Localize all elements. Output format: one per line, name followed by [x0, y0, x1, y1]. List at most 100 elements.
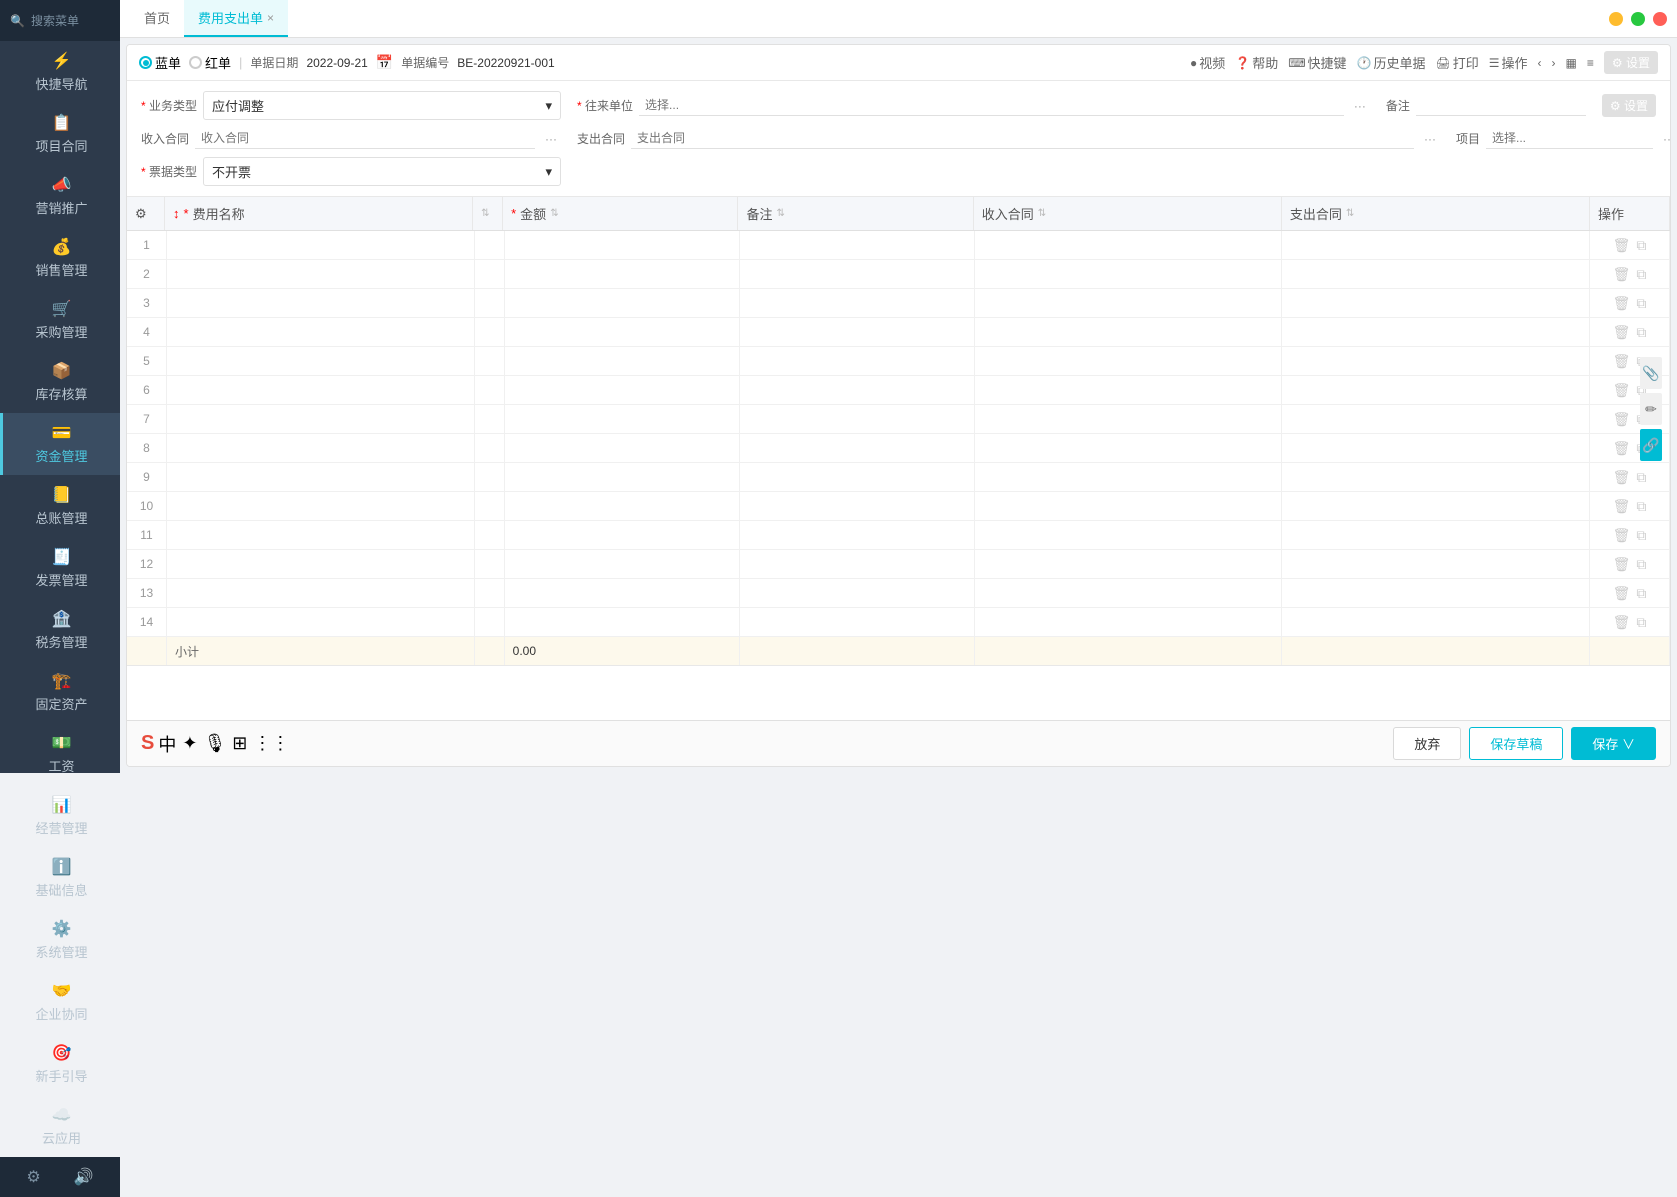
brand-icon-1[interactable]: 中	[158, 731, 176, 757]
income-contract-cell[interactable]	[975, 608, 1283, 636]
print-btn[interactable]: 🖨 打印	[1436, 53, 1479, 72]
delete-icon[interactable]: 🗑	[1613, 353, 1631, 370]
expense-contract-cell[interactable]	[1282, 434, 1590, 462]
operation-btn[interactable]: ☰ 操作	[1489, 53, 1528, 72]
sidebar-item-accounting[interactable]: 📒总账管理	[0, 475, 120, 537]
delete-icon[interactable]: 🗑	[1613, 498, 1631, 515]
income-more[interactable]: ···	[541, 132, 561, 146]
copy-icon[interactable]: ⧉	[1636, 237, 1646, 254]
sidebar-item-purchase[interactable]: 🛒采购管理	[0, 289, 120, 351]
maximize-button[interactable]	[1631, 12, 1645, 26]
sort-arrows-icon[interactable]: ⇅	[481, 208, 489, 219]
delete-icon[interactable]: 🗑	[1613, 266, 1631, 283]
note-cell[interactable]	[740, 376, 975, 404]
note-cell[interactable]	[740, 260, 975, 288]
amount-cell[interactable]	[505, 434, 740, 462]
layout-btn1[interactable]: ▦	[1566, 56, 1577, 70]
note-input[interactable]	[1416, 95, 1586, 116]
minimize-button[interactable]	[1609, 12, 1623, 26]
expense-name-cell[interactable]	[167, 492, 475, 520]
sidebar-item-project-contract[interactable]: 📋项目合同	[0, 103, 120, 165]
note-cell[interactable]	[740, 405, 975, 433]
income-contract-cell[interactable]	[975, 434, 1283, 462]
audio-icon[interactable]: 🔊	[74, 1167, 94, 1187]
nav-next-btn[interactable]: ›	[1552, 56, 1556, 70]
expense-contract-cell[interactable]	[1282, 550, 1590, 578]
expense-name-cell[interactable]	[167, 463, 475, 491]
income-contract-cell[interactable]	[975, 260, 1283, 288]
video-btn[interactable]: ● 视频	[1190, 53, 1225, 72]
expense-contract-cell[interactable]	[1282, 260, 1590, 288]
delete-icon[interactable]: 🗑	[1613, 382, 1631, 399]
amount-sort-icon[interactable]: ⇅	[550, 208, 558, 219]
note-cell[interactable]	[740, 492, 975, 520]
amount-cell[interactable]	[505, 492, 740, 520]
brand-icon-5[interactable]: ⋮⋮	[253, 733, 289, 754]
annotation-btn[interactable]: ✏	[1640, 393, 1662, 425]
attachment-btn[interactable]: 📎	[1640, 357, 1662, 389]
amount-cell[interactable]	[505, 608, 740, 636]
project-more[interactable]: ···	[1659, 132, 1671, 146]
expense-contract-cell[interactable]	[1282, 463, 1590, 491]
amount-cell[interactable]	[505, 521, 740, 549]
link-btn[interactable]: 🔗	[1640, 429, 1662, 461]
income-contract-cell[interactable]	[975, 347, 1283, 375]
note-cell[interactable]	[740, 347, 975, 375]
sidebar-search[interactable]: 🔍 搜索菜单	[0, 0, 120, 41]
copy-icon[interactable]: ⧉	[1636, 266, 1646, 283]
partner-more[interactable]: ···	[1350, 99, 1370, 113]
delete-icon[interactable]: 🗑	[1613, 440, 1631, 457]
expense-sort-icon[interactable]: ⇅	[1346, 208, 1354, 219]
partner-input[interactable]	[639, 95, 1344, 116]
expense-contract-cell[interactable]	[1282, 405, 1590, 433]
expense-name-cell[interactable]	[167, 434, 475, 462]
delete-icon[interactable]: 🗑	[1613, 411, 1631, 428]
expense-contract-cell[interactable]	[1282, 608, 1590, 636]
history-btn[interactable]: 🕐 历史单据	[1357, 53, 1426, 72]
help-btn[interactable]: ❓ 帮助	[1235, 53, 1278, 72]
amount-cell[interactable]	[505, 231, 740, 259]
note-cell[interactable]	[740, 521, 975, 549]
project-input[interactable]	[1486, 128, 1653, 149]
delete-icon[interactable]: 🗑	[1613, 237, 1631, 254]
amount-cell[interactable]	[505, 550, 740, 578]
note-cell[interactable]	[740, 608, 975, 636]
expense-contract-cell[interactable]	[1282, 579, 1590, 607]
income-contract-cell[interactable]	[975, 405, 1283, 433]
discard-button[interactable]: 放弃	[1393, 727, 1461, 760]
expense-name-cell[interactable]	[167, 521, 475, 549]
income-contract-cell[interactable]	[975, 492, 1283, 520]
th-settings[interactable]: ⚙	[127, 197, 165, 230]
sidebar-item-enterprise[interactable]: 🤝企业协同	[0, 971, 120, 1033]
sidebar-item-cloud-apps[interactable]: ☁️云应用	[0, 1095, 120, 1157]
expense-name-cell[interactable]	[167, 579, 475, 607]
sidebar-item-invoice[interactable]: 🧾发票管理	[0, 537, 120, 599]
expense-name-cell[interactable]	[167, 405, 475, 433]
note-cell[interactable]	[740, 289, 975, 317]
income-contract-cell[interactable]	[975, 463, 1283, 491]
expense-name-cell[interactable]	[167, 289, 475, 317]
note-cell[interactable]	[740, 463, 975, 491]
note-sort-icon[interactable]: ⇅	[776, 208, 784, 219]
delete-icon[interactable]: 🗑	[1613, 614, 1631, 631]
sidebar-item-marketing[interactable]: 📣营销推广	[0, 165, 120, 227]
income-contract-cell[interactable]	[975, 318, 1283, 346]
sidebar-item-payroll[interactable]: 💵工资	[0, 723, 120, 785]
copy-icon[interactable]: ⧉	[1636, 614, 1646, 631]
delete-icon[interactable]: 🗑	[1613, 295, 1631, 312]
brand-icon-2[interactable]: ✦	[182, 733, 197, 754]
copy-icon[interactable]: ⧉	[1636, 556, 1646, 573]
expense-contract-cell[interactable]	[1282, 376, 1590, 404]
delete-icon[interactable]: 🗑	[1613, 585, 1631, 602]
expense-contract-cell[interactable]	[1282, 521, 1590, 549]
sidebar-item-fixed-assets[interactable]: 🏗️固定资产	[0, 661, 120, 723]
blue-radio[interactable]: 蓝单	[139, 53, 181, 72]
note-cell[interactable]	[740, 231, 975, 259]
layout-btn2[interactable]: ≡	[1587, 56, 1594, 70]
red-radio[interactable]: 红单	[189, 53, 231, 72]
expense-contract-input[interactable]	[631, 128, 1414, 149]
expense-contract-cell[interactable]	[1282, 347, 1590, 375]
amount-cell[interactable]	[505, 376, 740, 404]
sidebar-item-sales[interactable]: 💰销售管理	[0, 227, 120, 289]
income-contract-cell[interactable]	[975, 521, 1283, 549]
